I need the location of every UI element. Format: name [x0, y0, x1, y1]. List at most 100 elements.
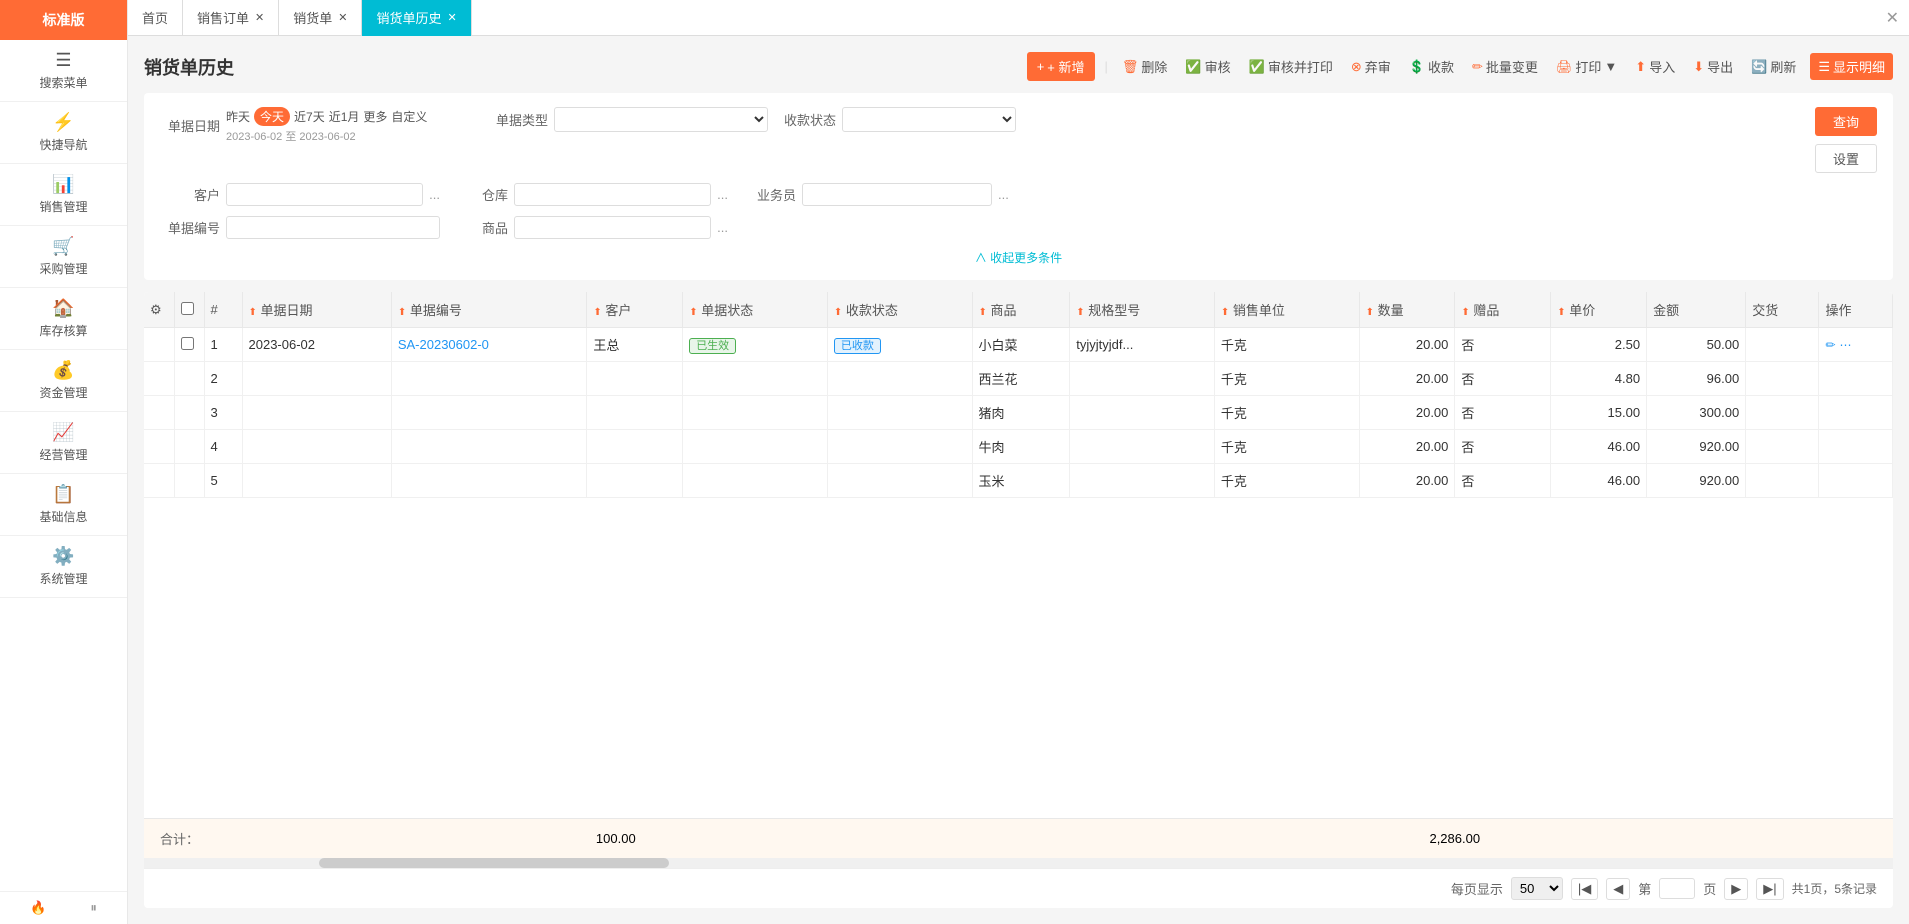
data-table: ⚙ # ⬆ 单据日期 ⬆ 单据编号 ⬆ 客户 ⬆ 单据状态 ⬆ 收款状态 ⬆ 商…	[144, 292, 1893, 498]
collapse-button[interactable]: ∧ 收起更多条件	[160, 249, 1877, 266]
tab-sales-history[interactable]: 销货单历史 ✕	[362, 0, 471, 36]
review-print-button[interactable]: ✅ 审核并打印	[1245, 55, 1337, 78]
doc-type-select[interactable]	[554, 107, 768, 132]
row-checkbox[interactable]	[181, 337, 194, 350]
date-7days[interactable]: 近7天	[294, 108, 325, 125]
tab-sales-order-close[interactable]: ✕	[255, 11, 264, 24]
page-next-button[interactable]: ▶	[1724, 878, 1748, 900]
col-unit-price[interactable]: ⬆ 单价	[1551, 292, 1647, 328]
col-qty[interactable]: ⬆ 数量	[1359, 292, 1455, 328]
product-cell: 玉米	[972, 464, 1070, 498]
batch-change-button[interactable]: ✏ 批量变更	[1468, 55, 1542, 78]
col-spec[interactable]: ⬆ 规格型号	[1070, 292, 1215, 328]
transaction-cell	[1746, 396, 1819, 430]
product-input[interactable]	[514, 216, 711, 239]
checkbox-cell	[174, 328, 204, 362]
date-today[interactable]: 今天	[254, 107, 290, 126]
tab-sales-order[interactable]: 销售订单 ✕	[183, 0, 279, 36]
amount-cell: 96.00	[1647, 362, 1746, 396]
warehouse-ellipsis[interactable]: ...	[717, 187, 728, 202]
gift-cell: 否	[1455, 430, 1551, 464]
collect-status-select[interactable]	[842, 107, 1016, 132]
query-button[interactable]: 查询	[1815, 107, 1877, 136]
horizontal-scrollbar[interactable]	[144, 858, 1893, 868]
checkbox-cell	[174, 464, 204, 498]
import-button[interactable]: ⬆ 导入	[1631, 55, 1679, 78]
date-1month[interactable]: 近1月	[329, 108, 360, 125]
sidebar-item-purchase-mgmt[interactable]: 🛒 采购管理	[0, 226, 127, 288]
sidebar-item-operations[interactable]: 📈 经营管理	[0, 412, 127, 474]
transaction-cell	[1746, 362, 1819, 396]
staff-ellipsis[interactable]: ...	[998, 187, 1009, 202]
export-button[interactable]: ⬇ 导出	[1689, 55, 1737, 78]
date-custom[interactable]: 自定义	[391, 108, 427, 125]
col-doc-no[interactable]: ⬆ 单据编号	[391, 292, 587, 328]
page-input[interactable]: 1	[1659, 878, 1695, 899]
product-ellipsis[interactable]: ...	[717, 220, 728, 235]
tab-sales-delivery[interactable]: 销货单 ✕	[279, 0, 362, 36]
basic-info-icon: 📋	[52, 484, 74, 505]
page-prev-button[interactable]: ◀	[1606, 878, 1630, 900]
spec-cell	[1070, 430, 1215, 464]
col-gift[interactable]: ⬆ 赠品	[1455, 292, 1551, 328]
doc-no-cell[interactable]: SA-20230602-0	[391, 328, 587, 362]
date-more[interactable]: 更多	[363, 108, 387, 125]
sidebar-item-sys-mgmt[interactable]: ⚙️ 系统管理	[0, 536, 127, 598]
abandon-button[interactable]: ⊗ 弃审	[1347, 55, 1395, 78]
sidebar-footer-icon1[interactable]: 🔥	[30, 900, 46, 916]
col-doc-status[interactable]: ⬆ 单据状态	[683, 292, 828, 328]
sidebar-item-finance[interactable]: 💰 资金管理	[0, 350, 127, 412]
tab-home[interactable]: 首页	[128, 0, 183, 36]
sidebar-footer: 🔥 ⏸	[0, 891, 127, 924]
sidebar-item-basic-info[interactable]: 📋 基础信息	[0, 474, 127, 536]
page-summary: 共1页，5条记录	[1792, 880, 1877, 897]
col-settings[interactable]: ⚙	[144, 292, 174, 328]
refresh-button[interactable]: 🔄 刷新	[1747, 55, 1800, 78]
tab-sales-delivery-close[interactable]: ✕	[338, 11, 347, 24]
sidebar-item-inventory[interactable]: 🏠 库存核算	[0, 288, 127, 350]
doc-no-cell[interactable]	[391, 362, 587, 396]
staff-input[interactable]	[802, 183, 992, 206]
warehouse-input[interactable]	[514, 183, 711, 206]
filter-row-1: 单据日期 昨天 今天 近7天 近1月 更多 自定义 2023-06-02 至 2…	[160, 107, 1877, 173]
delete-button[interactable]: 🗑 删除	[1118, 55, 1172, 78]
doc-no-cell[interactable]	[391, 396, 587, 430]
collect-status-cell	[827, 464, 972, 498]
customer-ellipsis[interactable]: ...	[429, 187, 440, 202]
settings-button[interactable]: 设置	[1815, 144, 1877, 173]
new-button[interactable]: + + 新增	[1027, 52, 1095, 81]
col-doc-date[interactable]: ⬆ 单据日期	[242, 292, 391, 328]
review-button[interactable]: ✅ 审核	[1181, 55, 1234, 78]
page-size-select[interactable]: 50 100	[1511, 877, 1563, 900]
sidebar-footer-icon2[interactable]: ⏸	[90, 900, 97, 916]
op-more-button[interactable]: ⋯	[1840, 338, 1852, 352]
spec-cell: tyjyjtyjdf...	[1070, 328, 1215, 362]
sidebar-item-search-menu[interactable]: ☰ 搜索菜单	[0, 40, 127, 102]
amount-cell: 920.00	[1647, 430, 1746, 464]
collect-button[interactable]: 💲 收款	[1405, 55, 1458, 78]
doc-no-input[interactable]	[226, 216, 440, 239]
tab-close-all-button[interactable]: ✕	[1876, 8, 1909, 28]
customer-input[interactable]	[226, 183, 423, 206]
col-product[interactable]: ⬆ 商品	[972, 292, 1070, 328]
page-header: 销货单历史 + + 新增 | 🗑 删除 ✅ 审核 ✅ 审核并打印	[144, 52, 1893, 81]
col-customer[interactable]: ⬆ 客户	[587, 292, 683, 328]
col-collect-status[interactable]: ⬆ 收款状态	[827, 292, 972, 328]
filter-group-date: 单据日期 昨天 今天 近7天 近1月 更多 自定义 2023-06-02 至 2…	[160, 107, 480, 144]
doc-no-cell[interactable]	[391, 464, 587, 498]
show-detail-button[interactable]: ☰ 显示明细	[1810, 53, 1893, 80]
scroll-thumb[interactable]	[319, 858, 669, 868]
op-edit-button[interactable]: ✏	[1825, 338, 1835, 352]
doc-no-cell[interactable]	[391, 430, 587, 464]
tab-sales-history-close[interactable]: ✕	[448, 11, 457, 24]
sidebar-item-quick-nav[interactable]: ⚡ 快捷导航	[0, 102, 127, 164]
tab-sales-order-label: 销售订单	[197, 8, 249, 27]
date-yesterday[interactable]: 昨天	[226, 108, 250, 125]
sidebar-item-sales-mgmt[interactable]: 📊 销售管理	[0, 164, 127, 226]
print-button[interactable]: 🖨 打印 ▼	[1552, 55, 1621, 78]
page-first-button[interactable]: |◀	[1571, 878, 1598, 900]
page-last-button[interactable]: ▶|	[1756, 878, 1783, 900]
select-all-checkbox[interactable]	[181, 302, 194, 315]
doc-status-cell	[683, 430, 828, 464]
col-unit[interactable]: ⬆ 销售单位	[1214, 292, 1359, 328]
